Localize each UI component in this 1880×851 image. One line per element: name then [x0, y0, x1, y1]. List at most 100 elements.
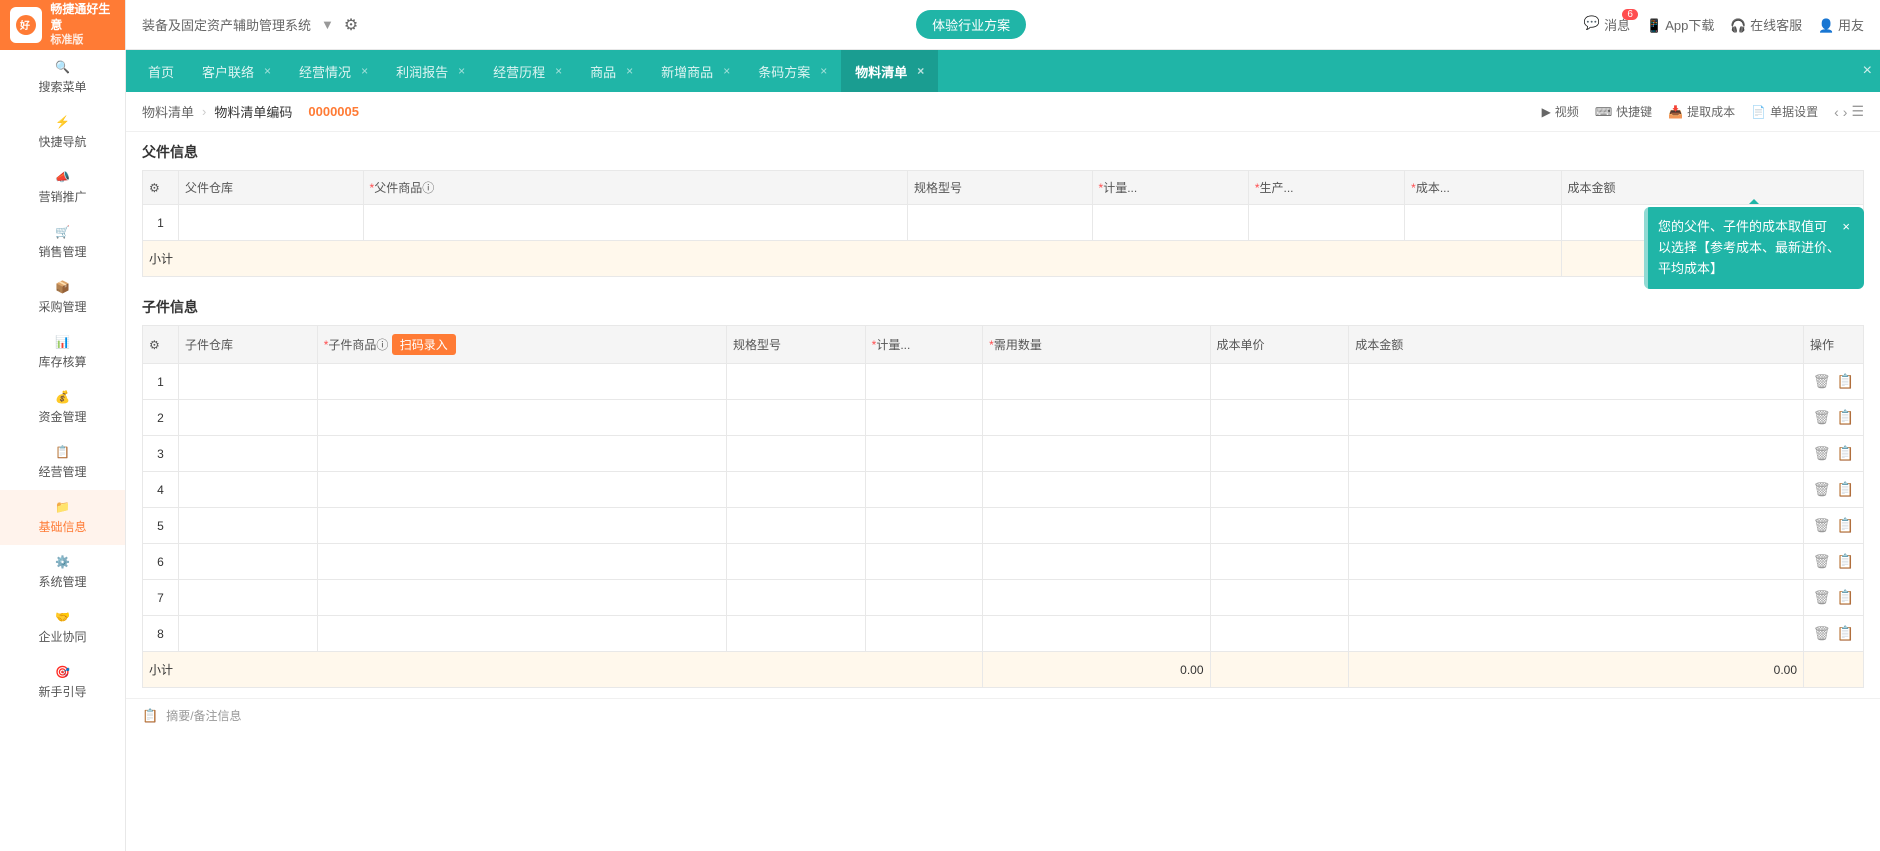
copy-icon-4[interactable]: 📋 [1837, 517, 1854, 534]
copy-icon-7[interactable]: 📋 [1837, 625, 1854, 642]
child-quantity-cell-2[interactable] [983, 436, 1210, 472]
parent-product-cell[interactable] [363, 205, 907, 241]
child-spec-cell-0[interactable] [726, 364, 865, 400]
child-warehouse-cell-1[interactable] [179, 400, 318, 436]
sidebar-item-sales[interactable]: 🛒 销售管理 [0, 215, 125, 270]
sidebar-item-guide[interactable]: 🎯 新手引导 [0, 655, 125, 710]
child-quantity-cell-6[interactable] [983, 580, 1210, 616]
copy-icon-1[interactable]: 📋 [1837, 409, 1854, 426]
sidebar-item-system[interactable]: ⚙️ 系统管理 [0, 545, 125, 600]
child-unit-cell-6[interactable] [865, 580, 983, 616]
sidebar-item-operations[interactable]: 📋 经营管理 [0, 435, 125, 490]
child-warehouse-cell-4[interactable] [179, 508, 318, 544]
sidebar-item-inventory[interactable]: 📊 库存核算 [0, 325, 125, 380]
child-spec-cell-4[interactable] [726, 508, 865, 544]
child-product-cell-2[interactable] [317, 436, 726, 472]
child-warehouse-cell-0[interactable] [179, 364, 318, 400]
sidebar-item-cooperation[interactable]: 🤝 企业协同 [0, 600, 125, 655]
parent-warehouse-cell[interactable] [179, 205, 364, 241]
parent-unit-cell[interactable] [1092, 205, 1248, 241]
copy-icon-3[interactable]: 📋 [1837, 481, 1854, 498]
child-unit-cell-0[interactable] [865, 364, 983, 400]
trial-btn[interactable]: 体验行业方案 [916, 10, 1026, 39]
child-quantity-cell-4[interactable] [983, 508, 1210, 544]
delete-icon-1[interactable]: 🗑 [1813, 409, 1831, 426]
next-btn[interactable]: › [1843, 104, 1848, 120]
child-unit-cost-cell-4[interactable] [1210, 508, 1349, 544]
delete-icon-6[interactable]: 🗑 [1813, 589, 1831, 606]
parent-cost-cell[interactable] [1405, 205, 1561, 241]
child-warehouse-cell-3[interactable] [179, 472, 318, 508]
tab-new-goods[interactable]: 新增商品 × [647, 50, 744, 92]
child-spec-cell-7[interactable] [726, 616, 865, 652]
child-unit-cell-4[interactable] [865, 508, 983, 544]
child-unit-cost-cell-3[interactable] [1210, 472, 1349, 508]
tab-close-goods[interactable]: × [626, 64, 633, 78]
delete-icon-0[interactable]: 🗑 [1813, 373, 1831, 390]
child-quantity-cell-7[interactable] [983, 616, 1210, 652]
child-product-cell-1[interactable] [317, 400, 726, 436]
prev-btn[interactable]: ‹ [1834, 104, 1839, 120]
child-spec-cell-5[interactable] [726, 544, 865, 580]
child-spec-cell-6[interactable] [726, 580, 865, 616]
delete-icon-4[interactable]: 🗑 [1813, 517, 1831, 534]
copy-icon-2[interactable]: 📋 [1837, 445, 1854, 462]
child-product-cell-5[interactable] [317, 544, 726, 580]
tab-close-history[interactable]: × [555, 64, 562, 78]
delete-icon-3[interactable]: 🗑 [1813, 481, 1831, 498]
copy-icon-0[interactable]: 📋 [1837, 373, 1854, 390]
copy-icon-5[interactable]: 📋 [1837, 553, 1854, 570]
delete-icon-5[interactable]: 🗑 [1813, 553, 1831, 570]
sidebar-item-marketing[interactable]: 📣 营销推广 [0, 160, 125, 215]
child-product-cell-7[interactable] [317, 616, 726, 652]
tab-home[interactable]: 首页 [134, 50, 188, 92]
message-badge[interactable]: 💬 6 消息 [1584, 15, 1630, 34]
child-spec-cell-2[interactable] [726, 436, 865, 472]
tab-history[interactable]: 经营历程 × [479, 50, 576, 92]
child-quantity-cell-5[interactable] [983, 544, 1210, 580]
child-warehouse-cell-2[interactable] [179, 436, 318, 472]
tab-close-customer[interactable]: × [264, 64, 271, 78]
sidebar-item-search[interactable]: 🔍 搜索菜单 [0, 50, 125, 105]
tab-close-new-goods[interactable]: × [723, 64, 730, 78]
sidebar-item-finance[interactable]: 💰 资金管理 [0, 380, 125, 435]
child-unit-cost-cell-6[interactable] [1210, 580, 1349, 616]
child-quantity-cell-0[interactable] [983, 364, 1210, 400]
sidebar-item-basic-info[interactable]: 📁 基础信息 [0, 490, 125, 545]
child-spec-cell-1[interactable] [726, 400, 865, 436]
tab-close-barcode[interactable]: × [820, 64, 827, 78]
user-menu[interactable]: 👤 用友 [1818, 15, 1864, 34]
sidebar-item-purchase[interactable]: 📦 采购管理 [0, 270, 125, 325]
copy-icon-6[interactable]: 📋 [1837, 589, 1854, 606]
tab-customer[interactable]: 客户联络 × [188, 50, 285, 92]
child-spec-cell-3[interactable] [726, 472, 865, 508]
tab-goods[interactable]: 商品 × [576, 50, 647, 92]
breadcrumb-list[interactable]: 物料清单 [142, 102, 194, 121]
view-btn[interactable]: ▶ 视频 [1542, 103, 1579, 120]
child-warehouse-cell-5[interactable] [179, 544, 318, 580]
child-product-cell-4[interactable] [317, 508, 726, 544]
close-all-tabs[interactable]: × [1863, 62, 1872, 80]
shortcut-btn[interactable]: ⌨ 快捷键 [1595, 103, 1652, 120]
child-unit-cell-5[interactable] [865, 544, 983, 580]
child-product-cell-3[interactable] [317, 472, 726, 508]
online-service[interactable]: 🎧 在线客服 [1730, 15, 1802, 34]
app-download[interactable]: 📱 App下载 [1646, 15, 1714, 34]
parent-production-cell[interactable] [1248, 205, 1404, 241]
child-quantity-cell-3[interactable] [983, 472, 1210, 508]
child-unit-cost-cell-0[interactable] [1210, 364, 1349, 400]
child-unit-cell-3[interactable] [865, 472, 983, 508]
tab-close-profit[interactable]: × [458, 64, 465, 78]
child-unit-cost-cell-7[interactable] [1210, 616, 1349, 652]
child-unit-cell-7[interactable] [865, 616, 983, 652]
child-quantity-cell-1[interactable] [983, 400, 1210, 436]
tab-profit[interactable]: 利润报告 × [382, 50, 479, 92]
tab-bom[interactable]: 物料清单 × [841, 50, 938, 92]
tab-operations[interactable]: 经营情况 × [285, 50, 382, 92]
single-settings-btn[interactable]: 📄 单据设置 [1751, 103, 1818, 120]
tab-barcode[interactable]: 条码方案 × [744, 50, 841, 92]
child-product-cell-6[interactable] [317, 580, 726, 616]
delete-icon-7[interactable]: 🗑 [1813, 625, 1831, 642]
tab-close-bom[interactable]: × [917, 64, 924, 78]
child-warehouse-cell-7[interactable] [179, 616, 318, 652]
